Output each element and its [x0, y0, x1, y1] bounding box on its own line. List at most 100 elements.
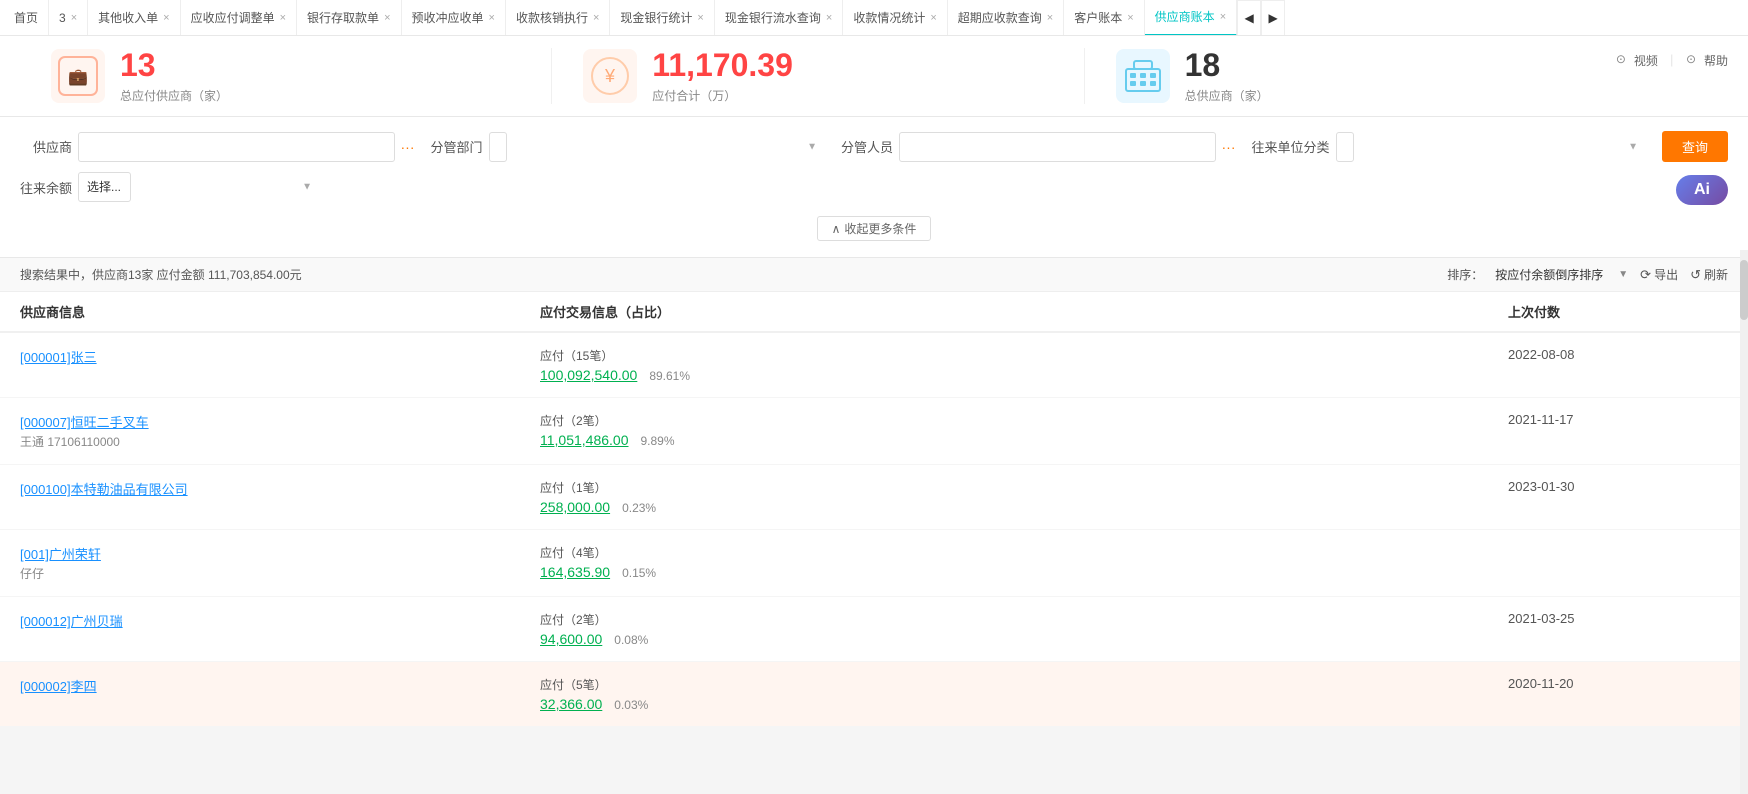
table-row: [000002]李四 应付（5笔） 32,366.00 0.03% 2020-1… — [0, 662, 1748, 727]
person-ellipsis[interactable]: ··· — [1222, 139, 1236, 155]
balance-label: 往来余额 — [20, 178, 72, 197]
nav-tab-home[interactable]: 首页 — [4, 0, 49, 36]
supplier-sub-4: 仔仔 — [20, 565, 540, 582]
filter-supplier: 供应商 ··· — [20, 132, 415, 162]
nav-tab-cash-flow[interactable]: 现金银行流水查询 × — [715, 0, 843, 36]
help-icon: ⊙ — [1686, 52, 1696, 66]
video-icon: ⊙ — [1616, 52, 1626, 66]
nav-tab-other-income[interactable]: 其他收入单 × — [88, 0, 180, 36]
tx-amount-6[interactable]: 32,366.00 — [540, 696, 602, 712]
close-icon[interactable]: × — [593, 12, 599, 24]
nav-prev-arrow[interactable]: ◀ — [1237, 0, 1261, 36]
supplier-sub-2: 王通 17106110000 — [20, 433, 540, 450]
divider: ｜ — [1666, 52, 1678, 69]
tx-amount-4[interactable]: 164,635.90 — [540, 564, 610, 580]
nav-tab-supplier-ledger[interactable]: 供应商账本 × — [1145, 0, 1237, 36]
sort-select[interactable]: 按应付余额倒序排序 — [1495, 268, 1618, 282]
stat-label-3: 总供应商（家） — [1185, 87, 1269, 104]
supplier-info-6: [000002]李四 — [20, 676, 540, 695]
supplier-name-1[interactable]: [000001]张三 — [20, 347, 540, 366]
supplier-ellipsis[interactable]: ··· — [401, 139, 415, 155]
supplier-name-6[interactable]: [000002]李四 — [20, 676, 540, 695]
tx-info-1: 应付（15笔） 100,092,540.00 89.61% — [540, 347, 1228, 383]
supplier-info-5: [000012]广州贝瑞 — [20, 611, 540, 630]
sort-select-wrapper: 按应付余额倒序排序 ▼ — [1495, 268, 1628, 282]
tx-row-6: 32,366.00 0.03% — [540, 693, 1228, 712]
col-header-tx: 应付交易信息（占比） — [540, 302, 1228, 321]
collapse-button[interactable]: ∧ 收起更多条件 — [817, 216, 932, 241]
tx-percent-6: 0.03% — [614, 698, 648, 712]
supplier-info-2: [000007]恒旺二手叉车 王通 17106110000 — [20, 412, 540, 450]
nav-next-arrow[interactable]: ▶ — [1261, 0, 1285, 36]
video-link[interactable]: 视频 — [1634, 52, 1658, 69]
supplier-name-5[interactable]: [000012]广州贝瑞 — [20, 611, 540, 630]
nav-tab-prepay[interactable]: 预收冲应收单 × — [402, 0, 506, 36]
person-input[interactable] — [899, 132, 1215, 162]
nav-tab-bank-deposit-label: 银行存取款单 — [307, 9, 379, 26]
close-icon[interactable]: × — [697, 12, 703, 24]
export-label: 导出 — [1654, 266, 1678, 283]
close-icon[interactable]: × — [280, 12, 286, 24]
nav-tab-cash-stat-label: 现金银行统计 — [620, 9, 692, 26]
stat-number-2: 11,170.39 — [652, 48, 793, 83]
tx-percent-1: 89.61% — [649, 369, 690, 383]
stat-block-suppliers-payable: 💼 13 总应付供应商（家） — [20, 48, 552, 104]
close-icon[interactable]: × — [384, 12, 390, 24]
stat-info-1: 13 总应付供应商（家） — [120, 48, 228, 104]
close-icon[interactable]: × — [1127, 12, 1133, 24]
query-button[interactable]: 查询 — [1662, 131, 1728, 162]
tx-info-3: 应付（1笔） 258,000.00 0.23% — [540, 479, 1228, 515]
help-link[interactable]: 帮助 — [1704, 52, 1728, 69]
ai-badge-button[interactable]: Ai — [1676, 175, 1728, 205]
header-stats: 💼 13 总应付供应商（家） ¥ 11,170.39 应付合计（万） — [0, 36, 1748, 117]
tx-amount-1[interactable]: 100,092,540.00 — [540, 367, 637, 383]
close-icon[interactable]: × — [71, 12, 77, 24]
close-icon[interactable]: × — [163, 12, 169, 24]
close-icon[interactable]: × — [930, 12, 936, 24]
supplier-name-4[interactable]: [001]广州荣轩 — [20, 544, 540, 563]
result-bar: 搜索结果中，供应商13家 应付金额 111,703,854.00元 排序： 按应… — [0, 258, 1748, 292]
refresh-icon: ↺ — [1690, 267, 1701, 283]
result-bar-right: 排序： 按应付余额倒序排序 ▼ ⟳ 导出 ↺ 刷新 — [1447, 266, 1728, 283]
last-pay-date-2: 2021-11-17 — [1508, 412, 1574, 427]
category-select[interactable] — [1336, 132, 1354, 162]
top-nav: 首页 3 × 其他收入单 × 应收应付调整单 × 银行存取款单 × 预收冲应收单… — [0, 0, 1748, 36]
nav-tab-collect-exec[interactable]: 收款核销执行 × — [506, 0, 610, 36]
stat-number-1: 13 — [120, 48, 228, 83]
nav-tab-customer-ledger[interactable]: 客户账本 × — [1064, 0, 1144, 36]
close-icon[interactable]: × — [489, 12, 495, 24]
nav-tab-ar-adjust[interactable]: 应收应付调整单 × — [181, 0, 297, 36]
tx-amount-5[interactable]: 94,600.00 — [540, 631, 602, 647]
close-icon[interactable]: × — [1047, 12, 1053, 24]
export-button[interactable]: ⟳ 导出 — [1640, 266, 1678, 283]
tx-amount-3[interactable]: 258,000.00 — [540, 499, 610, 515]
filter-balance: 往来余额 选择... ▼ — [20, 172, 320, 202]
refresh-button[interactable]: ↺ 刷新 — [1690, 266, 1728, 283]
dept-select[interactable] — [489, 132, 507, 162]
nav-tab-cash-stat[interactable]: 现金银行统计 × — [610, 0, 714, 36]
refresh-label: 刷新 — [1704, 266, 1728, 283]
balance-select[interactable]: 选择... — [78, 172, 131, 202]
nav-tab-3[interactable]: 3 × — [49, 0, 88, 36]
scrollbar-thumb[interactable] — [1740, 260, 1748, 320]
export-icon: ⟳ — [1640, 267, 1651, 283]
supplier-name-3[interactable]: [000100]本特勒油品有限公司 — [20, 479, 540, 498]
stat-number-3: 18 — [1185, 48, 1269, 83]
stat-icon-1: 💼 — [50, 48, 106, 104]
supplier-input[interactable] — [78, 132, 395, 162]
nav-tab-supplier-ledger-label: 供应商账本 — [1155, 8, 1215, 25]
svg-text:¥: ¥ — [604, 66, 616, 86]
close-icon[interactable]: × — [826, 12, 832, 24]
nav-tab-overdue[interactable]: 超期应收款查询 × — [948, 0, 1064, 36]
tx-percent-2: 9.89% — [641, 434, 675, 448]
tx-info-5: 应付（2笔） 94,600.00 0.08% — [540, 611, 1228, 647]
close-icon[interactable]: × — [1220, 11, 1226, 23]
tx-amount-2[interactable]: 11,051,486.00 — [540, 432, 629, 448]
supplier-name-2[interactable]: [000007]恒旺二手叉车 — [20, 412, 540, 431]
table-row: [000100]本特勒油品有限公司 应付（1笔） 258,000.00 0.23… — [0, 465, 1748, 530]
nav-tab-collect-stat[interactable]: 收款情况统计 × — [843, 0, 947, 36]
nav-tab-bank-deposit[interactable]: 银行存取款单 × — [297, 0, 401, 36]
last-pay-date-6: 2020-11-20 — [1508, 676, 1574, 691]
dept-select-wrapper: ▼ — [489, 132, 825, 162]
category-select-wrapper: ▼ — [1336, 132, 1646, 162]
